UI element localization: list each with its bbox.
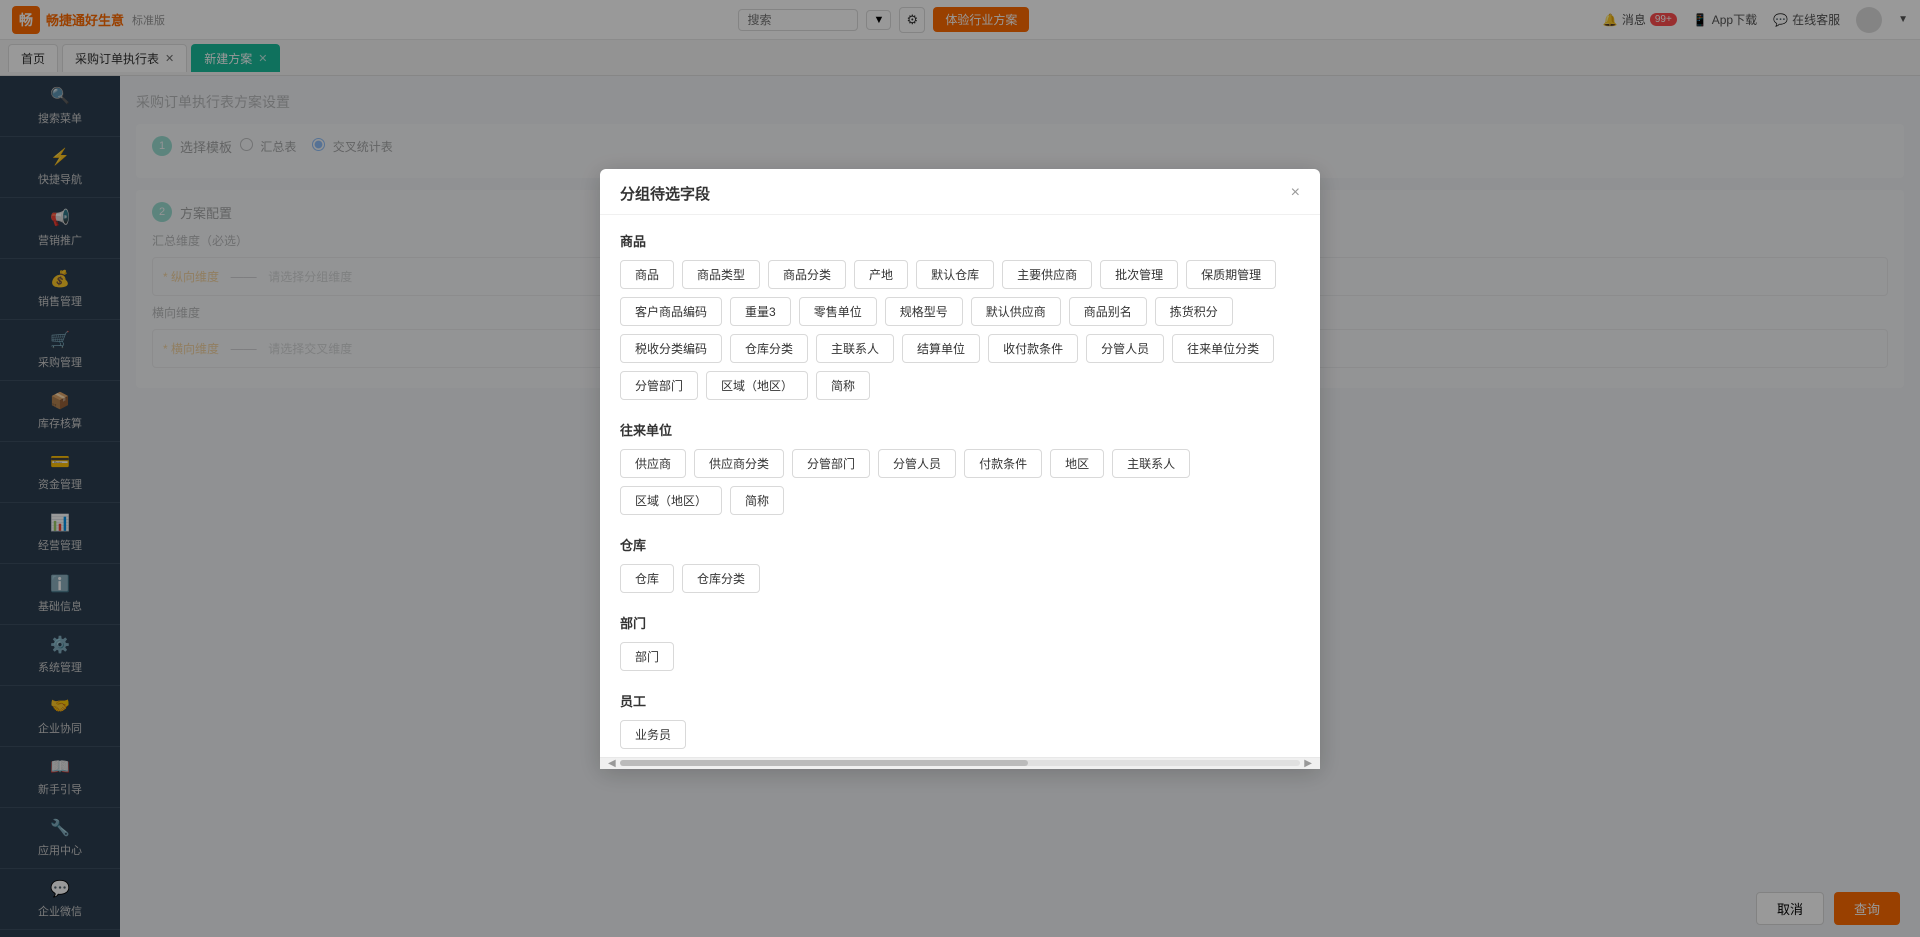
field-selector-modal: 分组待选字段 × 商品 商品 商品类型 商品分类 产地 默认仓库 主要供应商 批… [600, 169, 1320, 769]
modal-close-btn[interactable]: × [1291, 184, 1300, 202]
department-section: 部门 部门 [620, 613, 1300, 671]
scroll-thumb [620, 760, 1028, 766]
field-tag-goods-2[interactable]: 商品分类 [768, 260, 846, 289]
field-tag-goods-18[interactable]: 结算单位 [902, 334, 980, 363]
field-tag-goods-10[interactable]: 零售单位 [799, 297, 877, 326]
field-tag-goods-24[interactable]: 简称 [816, 371, 870, 400]
field-tag-goods-9[interactable]: 重量3 [730, 297, 791, 326]
field-tag-goods-20[interactable]: 分管人员 [1086, 334, 1164, 363]
field-tag-goods-19[interactable]: 收付款条件 [988, 334, 1078, 363]
modal-title: 分组待选字段 [620, 183, 710, 204]
field-tag-goods-21[interactable]: 往来单位分类 [1172, 334, 1274, 363]
scroll-left-arrow[interactable]: ◀ [604, 758, 620, 769]
partner-section-title: 往来单位 [620, 420, 1300, 439]
field-tag-goods-0[interactable]: 商品 [620, 260, 674, 289]
field-tag-emp-0[interactable]: 业务员 [620, 720, 686, 749]
modal-body: 商品 商品 商品类型 商品分类 产地 默认仓库 主要供应商 批次管理 保质期管理… [600, 215, 1320, 757]
field-tag-dept-0[interactable]: 部门 [620, 642, 674, 671]
modal-header: 分组待选字段 × [600, 169, 1320, 215]
scroll-right-arrow[interactable]: ▶ [1300, 758, 1316, 769]
field-tag-goods-1[interactable]: 商品类型 [682, 260, 760, 289]
field-tag-goods-13[interactable]: 商品别名 [1069, 297, 1147, 326]
warehouse-field-tags: 仓库 仓库分类 [620, 564, 1300, 593]
field-tag-goods-5[interactable]: 主要供应商 [1002, 260, 1092, 289]
field-tag-goods-6[interactable]: 批次管理 [1100, 260, 1178, 289]
field-tag-warehouse-1[interactable]: 仓库分类 [682, 564, 760, 593]
goods-section: 商品 商品 商品类型 商品分类 产地 默认仓库 主要供应商 批次管理 保质期管理… [620, 231, 1300, 400]
field-tag-partner-4[interactable]: 付款条件 [964, 449, 1042, 478]
field-tag-goods-15[interactable]: 税收分类编码 [620, 334, 722, 363]
field-tag-goods-11[interactable]: 规格型号 [885, 297, 963, 326]
field-tag-goods-7[interactable]: 保质期管理 [1186, 260, 1276, 289]
field-tag-goods-12[interactable]: 默认供应商 [971, 297, 1061, 326]
warehouse-section: 仓库 仓库 仓库分类 [620, 535, 1300, 593]
field-tag-warehouse-0[interactable]: 仓库 [620, 564, 674, 593]
field-tag-partner-7[interactable]: 区域（地区） [620, 486, 722, 515]
field-tag-goods-4[interactable]: 默认仓库 [916, 260, 994, 289]
partner-section: 往来单位 供应商 供应商分类 分管部门 分管人员 付款条件 地区 主联系人 区域… [620, 420, 1300, 515]
field-tag-goods-14[interactable]: 拣货积分 [1155, 297, 1233, 326]
field-tag-goods-16[interactable]: 仓库分类 [730, 334, 808, 363]
warehouse-section-title: 仓库 [620, 535, 1300, 554]
field-tag-partner-2[interactable]: 分管部门 [792, 449, 870, 478]
field-tag-goods-8[interactable]: 客户商品编码 [620, 297, 722, 326]
field-tag-goods-17[interactable]: 主联系人 [816, 334, 894, 363]
field-tag-goods-3[interactable]: 产地 [854, 260, 908, 289]
employee-section: 员工 业务员 [620, 691, 1300, 749]
department-field-tags: 部门 [620, 642, 1300, 671]
field-tag-partner-0[interactable]: 供应商 [620, 449, 686, 478]
partner-field-tags: 供应商 供应商分类 分管部门 分管人员 付款条件 地区 主联系人 区域（地区） … [620, 449, 1300, 515]
department-section-title: 部门 [620, 613, 1300, 632]
field-tag-partner-5[interactable]: 地区 [1050, 449, 1104, 478]
field-tag-partner-8[interactable]: 简称 [730, 486, 784, 515]
scroll-track [620, 760, 1301, 766]
modal-overlay: 分组待选字段 × 商品 商品 商品类型 商品分类 产地 默认仓库 主要供应商 批… [0, 0, 1920, 937]
field-tag-partner-3[interactable]: 分管人员 [878, 449, 956, 478]
field-tag-goods-23[interactable]: 区域（地区） [706, 371, 808, 400]
employee-section-title: 员工 [620, 691, 1300, 710]
field-tag-goods-22[interactable]: 分管部门 [620, 371, 698, 400]
goods-section-title: 商品 [620, 231, 1300, 250]
goods-field-tags: 商品 商品类型 商品分类 产地 默认仓库 主要供应商 批次管理 保质期管理 客户… [620, 260, 1300, 400]
employee-field-tags: 业务员 [620, 720, 1300, 749]
field-tag-partner-1[interactable]: 供应商分类 [694, 449, 784, 478]
field-tag-partner-6[interactable]: 主联系人 [1112, 449, 1190, 478]
modal-scrollbar[interactable]: ◀ ▶ [600, 757, 1320, 769]
